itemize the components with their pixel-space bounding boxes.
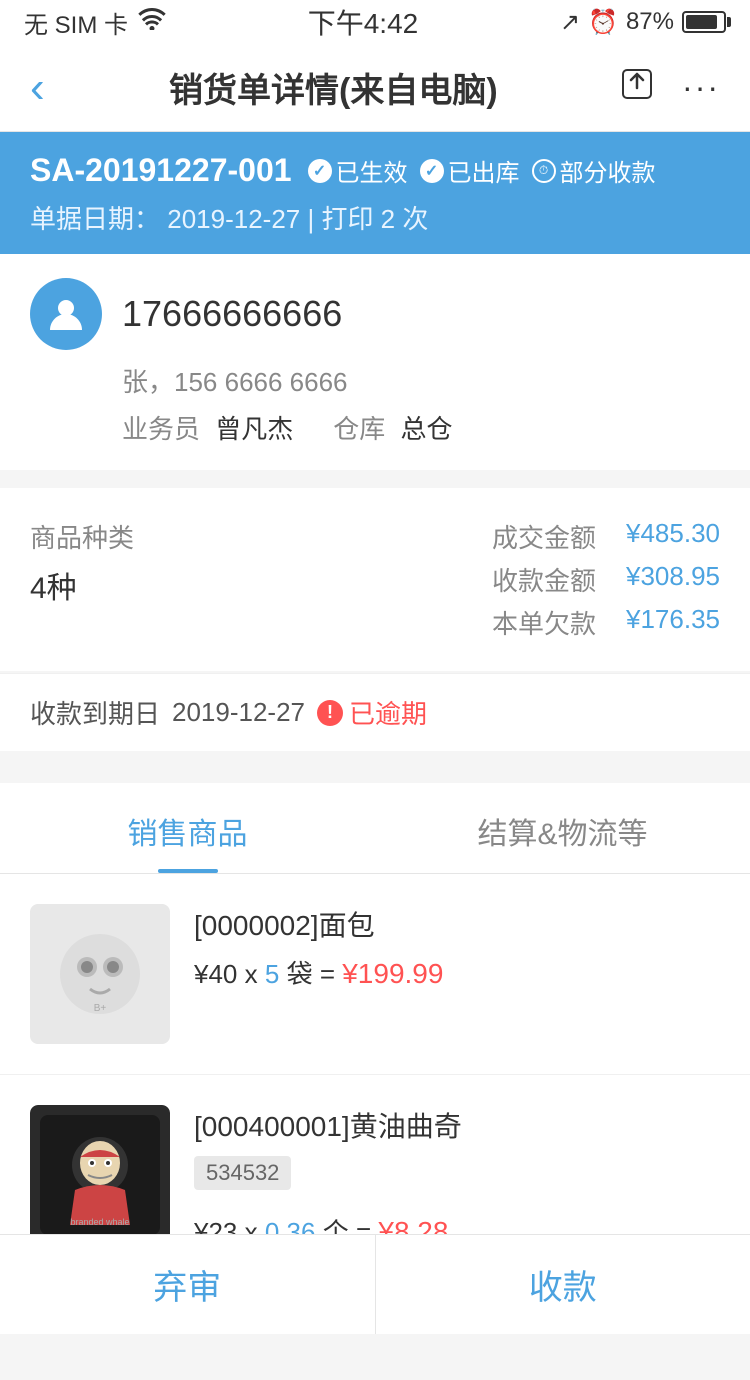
stats-left: 商品种类 4种 [30, 518, 134, 641]
product-details-2: [000400001]黄油曲奇 534532 ¥23 x 0.36 个 = ¥8… [194, 1105, 720, 1249]
battery-icon [682, 11, 726, 33]
alarm-icon: ⏰ [588, 8, 618, 37]
customer-meta: 业务员 曾凡杰 仓库 总仓 [122, 409, 720, 446]
tab-settlement[interactable]: 结算&物流等 [375, 783, 750, 873]
product-image-2: branded whale [30, 1105, 170, 1245]
divider-1 [0, 472, 750, 488]
due-date-value: 2019-12-27 [172, 697, 305, 728]
product-price-1: ¥40 x 5 袋 = ¥199.99 [194, 954, 720, 991]
collect-payment-button[interactable]: 收款 [376, 1235, 750, 1334]
share-icon[interactable] [622, 69, 652, 107]
carrier-text: 无 SIM 卡 [24, 5, 128, 40]
location-icon: ↗ [560, 8, 580, 37]
nav-right-icons: ··· [622, 69, 720, 107]
tabs-row: 销售商品 结算&物流等 [0, 783, 750, 874]
type-label: 商品种类 [30, 518, 134, 555]
overdue-text: 已逾期 [349, 694, 427, 731]
order-number: SA-20191227-001 [30, 152, 292, 189]
customer-contact: 张，156 6666 6666 [122, 362, 720, 399]
salesman-info: 业务员 曾凡杰 [122, 409, 293, 446]
product-details-1: [0000002]面包 ¥40 x 5 袋 = ¥199.99 [194, 904, 720, 1044]
product-list: B+ [0000002]面包 ¥40 x 5 袋 = ¥199.99 [0, 874, 750, 1280]
status-right: ↗ ⏰ 87% [560, 8, 726, 37]
blue-date: 单据日期： 2019-12-27 | 打印 2 次 [30, 199, 720, 236]
type-value: 4种 [30, 563, 134, 607]
tab-underline [158, 869, 218, 873]
tabs-section: 销售商品 结算&物流等 [0, 783, 750, 874]
received-row: 收款金额 ¥308.95 [492, 561, 720, 598]
divider-2 [0, 751, 750, 767]
status-badge-3: ⏱ 部分收款 [532, 153, 656, 188]
check-icon-1: ✓ [308, 159, 332, 183]
tab-sales-products[interactable]: 销售商品 [0, 783, 375, 873]
deal-row: 成交金额 ¥485.30 [492, 518, 720, 555]
product-image-2-bg: branded whale [30, 1105, 170, 1245]
nav-bar: ‹ 销货单详情(来自电脑) ··· [0, 44, 750, 132]
status-badges: ✓ 已生效 ✓ 已出库 ⏱ 部分收款 [308, 153, 656, 188]
stats-grid: 商品种类 4种 成交金额 ¥485.30 收款金额 ¥308.95 本单欠款 ¥… [30, 518, 720, 641]
product-image-1: B+ [30, 904, 170, 1044]
wifi-icon [138, 8, 166, 37]
svg-text:B+: B+ [94, 1003, 107, 1014]
stats-right: 成交金额 ¥485.30 收款金额 ¥308.95 本单欠款 ¥176.35 [492, 518, 720, 641]
status-time: 下午4:42 [308, 2, 419, 42]
status-badge-2: ✓ 已出库 [420, 153, 520, 188]
bottom-bar: 弃审 收款 [0, 1234, 750, 1334]
stats-section: 商品种类 4种 成交金额 ¥485.30 收款金额 ¥308.95 本单欠款 ¥… [0, 488, 750, 671]
product-placeholder-1: B+ [30, 904, 170, 1044]
product-sku: 534532 [194, 1156, 291, 1190]
back-button[interactable]: ‹ [30, 63, 45, 113]
status-badge-1: ✓ 已生效 [308, 153, 408, 188]
customer-phone: 17666666666 [122, 293, 342, 335]
page-title: 销货单详情(来自电脑) [169, 63, 498, 112]
check-icon-2: ✓ [420, 159, 444, 183]
product-sku-wrapper: 534532 [194, 1155, 720, 1202]
cancel-review-button[interactable]: 弃审 [0, 1235, 376, 1334]
clock-icon: ⏱ [532, 159, 556, 183]
product-name-2: [000400001]黄油曲奇 [194, 1105, 720, 1145]
product-item: B+ [0000002]面包 ¥40 x 5 袋 = ¥199.99 [0, 874, 750, 1075]
customer-section: 17666666666 张，156 6666 6666 业务员 曾凡杰 仓库 总… [0, 254, 750, 470]
product-name-1: [0000002]面包 [194, 904, 720, 944]
due-date-label: 收款到期日 [30, 694, 160, 731]
debt-row: 本单欠款 ¥176.35 [492, 604, 720, 641]
customer-avatar [30, 278, 102, 350]
blue-header: SA-20191227-001 ✓ 已生效 ✓ 已出库 ⏱ 部分收款 单据日期：… [0, 132, 750, 254]
warehouse-info: 仓库 总仓 [333, 409, 452, 446]
status-bar: 无 SIM 卡 下午4:42 ↗ ⏰ 87% [0, 0, 750, 44]
overdue-badge: ! 已逾期 [317, 694, 427, 731]
status-left: 无 SIM 卡 [24, 5, 166, 40]
due-date-section: 收款到期日 2019-12-27 ! 已逾期 [0, 673, 750, 751]
battery-text: 87% [626, 8, 674, 36]
overdue-icon: ! [317, 700, 343, 726]
svg-text:branded whale: branded whale [70, 1217, 129, 1227]
more-icon[interactable]: ··· [682, 69, 720, 106]
customer-top: 17666666666 [30, 278, 720, 350]
